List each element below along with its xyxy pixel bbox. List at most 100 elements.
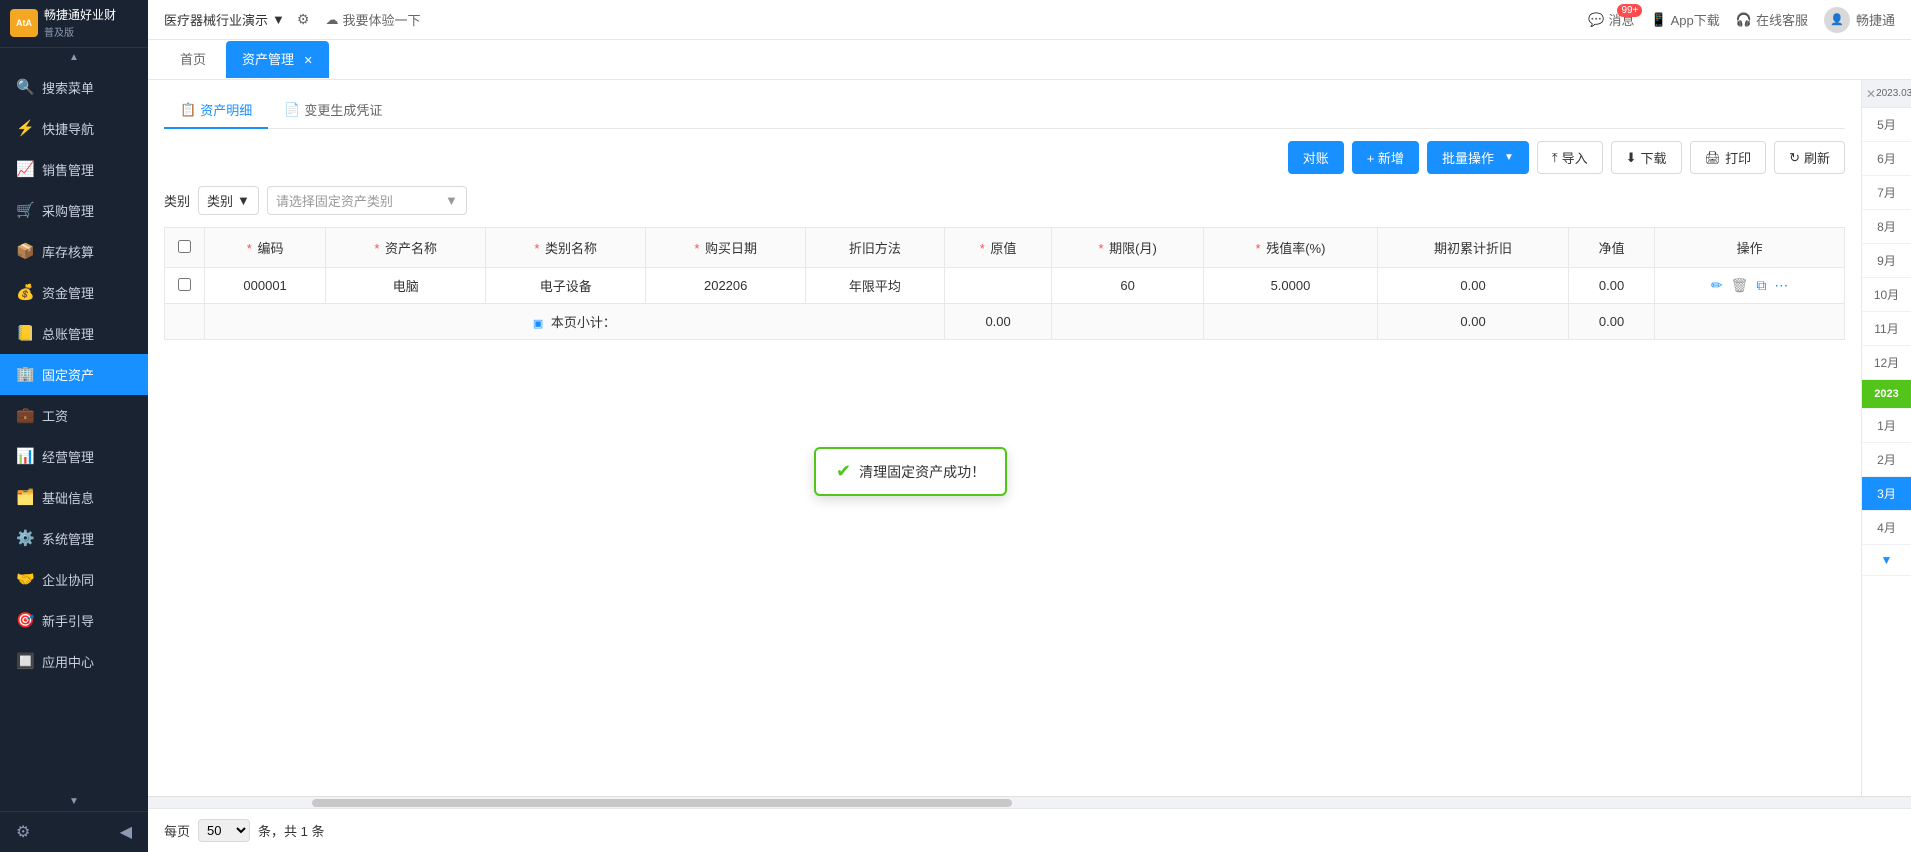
panel-close-icon[interactable]: ✕ (1866, 87, 1876, 101)
subtotal-row: ▣ 本页小计： 0.00 0.00 0.00 (165, 304, 1845, 340)
sidebar-item-sales[interactable]: 📈 销售管理 (0, 149, 148, 190)
company-selector[interactable]: 医疗器械行业演示 ▼ (164, 10, 285, 29)
delete-icon[interactable]: 🗑 (1731, 277, 1749, 294)
toolbar: 对账 + 新增 批量操作 ▼ ⤒ 导入 ⬇ 下载 🖨 (164, 141, 1845, 174)
per-page-select[interactable]: 50 10 20 100 (198, 819, 250, 842)
th-name: * 资产名称 (326, 228, 486, 268)
month-7[interactable]: 7月 (1862, 176, 1911, 210)
copy-icon[interactable]: ⧉ (1756, 277, 1766, 294)
experience-button[interactable]: ☁ 我要体验一下 (325, 10, 420, 29)
row-checkbox-cell (165, 268, 205, 304)
sidebar-item-appstore[interactable]: 🔲 应用中心 (0, 641, 148, 682)
sidebar-item-quicknav[interactable]: ⚡ 快捷导航 (0, 108, 148, 149)
sidebar-bottom: ⚙ ◀ (0, 811, 148, 852)
sidebar-scroll-down[interactable]: ▼ (0, 792, 148, 811)
month-12[interactable]: 12月 (1862, 346, 1911, 380)
row-checkbox[interactable] (178, 278, 191, 291)
user-menu[interactable]: 👤 畅捷通 (1824, 7, 1895, 33)
th-net-value: 净值 (1568, 228, 1654, 268)
filter-type-select[interactable]: 类别 ▼ (198, 186, 259, 215)
month-9[interactable]: 9月 (1862, 244, 1911, 278)
service-icon: 🎧 (1736, 12, 1752, 28)
sidebar-label-system: 系统管理 (42, 529, 94, 548)
sidebar-item-search[interactable]: 🔍 搜索菜单 (0, 67, 148, 108)
batch-button[interactable]: 批量操作 ▼ (1427, 141, 1529, 174)
topbar-settings-icon[interactable]: ⚙ (297, 11, 310, 28)
panel-header: ✕ 2023.03 ⤢ (1862, 80, 1911, 108)
sidebar-item-purchase[interactable]: 🛒 采购管理 (0, 190, 148, 231)
th-purchase-date: * 购买日期 (646, 228, 806, 268)
panel-year-label: 2023.03 (1876, 88, 1911, 99)
import-button[interactable]: ⤒ 导入 (1537, 141, 1603, 174)
month-2[interactable]: 2月 (1862, 443, 1911, 477)
batch-chevron-icon: ▼ (1504, 152, 1514, 163)
total-label: 条，共 1 条 (258, 821, 324, 840)
month-8[interactable]: 8月 (1862, 210, 1911, 244)
month-1[interactable]: 1月 (1862, 409, 1911, 443)
tab-close-icon[interactable]: ✕ (304, 55, 313, 67)
sidebar-item-fixed[interactable]: 🏢 固定资产 (0, 354, 148, 395)
month-10[interactable]: 10月 (1862, 278, 1911, 312)
sidebar-label-quicknav: 快捷导航 (42, 119, 94, 138)
content-main: 📋 资产明细 📄 变更生成凭证 对账 + 新增 批量操作 ▼ (148, 80, 1861, 796)
sidebar-item-funds[interactable]: 💰 资金管理 (0, 272, 148, 313)
month-11[interactable]: 11月 (1862, 312, 1911, 346)
logo-text-group: 畅捷通好业财 普及版 (44, 8, 116, 39)
print-button[interactable]: 🖨 打印 (1690, 141, 1767, 174)
month-4[interactable]: 4月 (1862, 511, 1911, 545)
reconcile-button[interactable]: 对账 (1288, 141, 1344, 174)
service-button[interactable]: 🎧 在线客服 (1736, 10, 1808, 29)
appdownload-button[interactable]: 📱 App下载 (1650, 10, 1719, 29)
subtab-asset-detail[interactable]: 📋 资产明细 (164, 92, 268, 129)
sidebar-collapse-icon[interactable]: ◀ (120, 822, 132, 842)
cloud-icon: ☁ (325, 12, 338, 28)
enterprise-icon: 🤝 (16, 570, 34, 588)
row-original-value (944, 268, 1052, 304)
th-category: * 类别名称 (486, 228, 646, 268)
sidebar-item-ledger[interactable]: 📒 总账管理 (0, 313, 148, 354)
panel-down-arrow[interactable]: ▼ (1862, 545, 1911, 576)
inventory-icon: 📦 (16, 242, 34, 260)
new-button[interactable]: + 新增 (1352, 141, 1419, 174)
scrollbar-thumb[interactable] (312, 799, 1012, 807)
sidebar-item-payroll[interactable]: 💼 工资 (0, 395, 148, 436)
month-3-current[interactable]: 3月 (1862, 477, 1911, 511)
sidebar-item-basic[interactable]: 🗂️ 基础信息 (0, 477, 148, 518)
filter-category-input[interactable]: 请选择固定资产类别 ▼ (267, 186, 467, 215)
main-area: 医疗器械行业演示 ▼ ⚙ ☁ 我要体验一下 💬 消息 99+ 📱 App下载 🎧… (148, 0, 1911, 852)
right-panel: ✕ 2023.03 ⤢ 5月 6月 7月 8月 9月 10月 11月 12月 2… (1861, 80, 1911, 796)
sales-icon: 📈 (16, 160, 34, 178)
horizontal-scrollbar[interactable] (148, 796, 1911, 808)
table-header-row: * 编码 * 资产名称 * 类别名称 (165, 228, 1845, 268)
sub-tabs: 📋 资产明细 📄 变更生成凭证 (164, 92, 1845, 129)
tab-home[interactable]: 首页 (164, 41, 222, 78)
row-action-buttons: ✏ 🗑 ⧉ ⋯ (1663, 277, 1836, 294)
message-icon: 💬 (1588, 12, 1604, 28)
sidebar-item-enterprise[interactable]: 🤝 企业协同 (0, 559, 148, 600)
appdownload-label: App下载 (1671, 10, 1720, 29)
month-6[interactable]: 6月 (1862, 142, 1911, 176)
sidebar-item-operations[interactable]: 📊 经营管理 (0, 436, 148, 477)
tab-asset-mgmt[interactable]: 资产管理 ✕ (226, 41, 329, 78)
sidebar-scroll-up[interactable]: ▲ (0, 48, 148, 67)
subtab-change-voucher[interactable]: 📄 变更生成凭证 (268, 92, 398, 129)
sidebar-item-system[interactable]: ⚙️ 系统管理 (0, 518, 148, 559)
th-code: * 编码 (205, 228, 326, 268)
messages-button[interactable]: 💬 消息 99+ (1588, 10, 1634, 29)
subtotal-net-value: 0.00 (1568, 304, 1654, 340)
sidebar-item-inventory[interactable]: 📦 库存核算 (0, 231, 148, 272)
more-icon[interactable]: ⋯ (1774, 277, 1788, 294)
select-all-checkbox[interactable] (178, 240, 191, 253)
asset-detail-icon: 📋 (180, 102, 196, 118)
download-button[interactable]: ⬇ 下载 (1611, 141, 1682, 174)
filter-row: 类别 类别 ▼ 请选择固定资产类别 ▼ (164, 186, 1845, 215)
th-period: * 期限(月) (1052, 228, 1203, 268)
subtotal-original-value: 0.00 (944, 304, 1052, 340)
edit-icon[interactable]: ✏ (1711, 277, 1723, 294)
sidebar-settings-icon[interactable]: ⚙ (16, 822, 30, 842)
month-5[interactable]: 5月 (1862, 108, 1911, 142)
refresh-button[interactable]: ↻ 刷新 (1774, 141, 1845, 174)
sidebar-item-guide[interactable]: 🎯 新手引导 (0, 600, 148, 641)
sidebar-label-search: 搜索菜单 (42, 78, 94, 97)
table-container: * 编码 * 资产名称 * 类别名称 (164, 227, 1845, 340)
